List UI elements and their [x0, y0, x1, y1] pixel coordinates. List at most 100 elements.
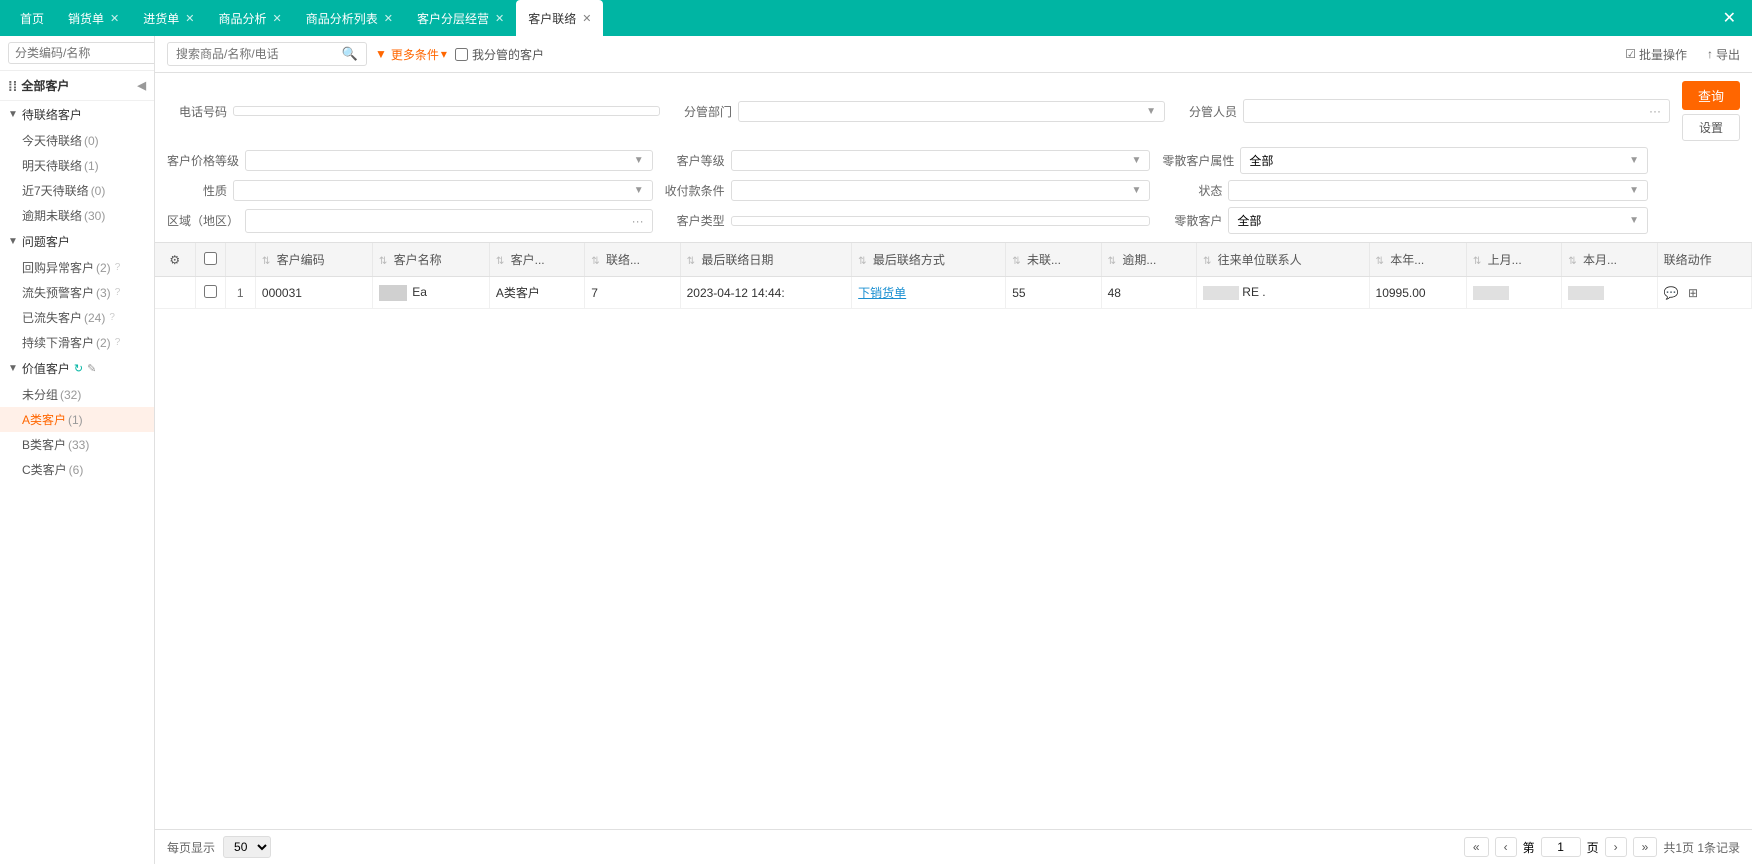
- nature-arrow: ▼: [634, 185, 644, 196]
- th-code[interactable]: ⇅ 客户编码: [255, 243, 372, 277]
- nav-tab-purchase[interactable]: 进货单 ✕: [131, 0, 206, 36]
- nav-tab-sales[interactable]: 销货单 ✕: [56, 0, 131, 36]
- th-overdue[interactable]: ⇅ 逾期...: [1101, 243, 1196, 277]
- sidebar-search-input[interactable]: [8, 42, 155, 64]
- th-last-contact-date[interactable]: ⇅ 最后联络日期: [680, 243, 852, 277]
- sidebar-item-repurchase-abnormal[interactable]: 回购异常客户 (2) ?: [0, 255, 154, 280]
- th-last-contact-method[interactable]: ⇅ 最后联络方式: [852, 243, 1006, 277]
- first-page-button[interactable]: «: [1464, 837, 1489, 857]
- nav-tab-goods-analysis[interactable]: 商品分析 ✕: [206, 0, 293, 36]
- th-code-label: 客户编码: [277, 253, 325, 267]
- sidebar-item-b-class[interactable]: B类客户 (33): [0, 432, 154, 457]
- more-filters-button[interactable]: ▼ 更多条件 ▾: [375, 46, 447, 63]
- th-last-month[interactable]: ⇅ 上月...: [1466, 243, 1561, 277]
- sidebar-item-7day-contact[interactable]: 近7天待联络 (0): [0, 178, 154, 203]
- sidebar-group-value-customers[interactable]: ▼ 价值客户 ↻ ✎: [0, 355, 154, 382]
- c-class-count: (6): [69, 463, 84, 477]
- nav-tab-goods-analysis-list-close[interactable]: ✕: [384, 12, 393, 25]
- row-checkbox-cell[interactable]: [195, 277, 225, 309]
- customer-grade-arrow: ▼: [1131, 155, 1141, 166]
- nav-tab-customer-segment-close[interactable]: ✕: [495, 12, 504, 25]
- sidebar-item-a-class[interactable]: A类客户 (1): [0, 407, 154, 432]
- overdue-contact-label: 逾期未联络: [22, 207, 82, 224]
- total-info: 共1页 1条记录: [1663, 839, 1740, 856]
- th-name[interactable]: ⇅ 客户名称: [372, 243, 489, 277]
- dept-input[interactable]: ▼: [738, 101, 1165, 122]
- my-customer-checkbox[interactable]: [455, 48, 468, 61]
- sidebar-group-problem-customers[interactable]: ▼ 问题客户: [0, 228, 154, 255]
- price-grade-input[interactable]: ▼: [245, 150, 653, 171]
- nav-tab-customer-contact-close[interactable]: ✕: [582, 12, 591, 25]
- nav-tab-customer-contact-label: 客户联络: [528, 10, 576, 27]
- nature-input[interactable]: ▼: [233, 180, 653, 201]
- th-last-contact-date-label: 最后联络日期: [701, 253, 773, 267]
- select-all-checkbox[interactable]: [204, 252, 217, 265]
- close-all-button[interactable]: ✕: [1715, 8, 1744, 28]
- row-method-value[interactable]: 下销货单: [858, 286, 906, 300]
- status-input[interactable]: ▼: [1228, 180, 1648, 201]
- row-name[interactable]: Ea: [372, 277, 489, 309]
- retail-customer-input[interactable]: 全部 ▼: [1228, 207, 1648, 234]
- query-button[interactable]: 查询: [1682, 81, 1740, 110]
- manager-input[interactable]: ···: [1243, 99, 1670, 123]
- sidebar-item-c-class[interactable]: C类客户 (6): [0, 457, 154, 482]
- nav-tab-goods-analysis-list[interactable]: 商品分析列表 ✕: [294, 0, 405, 36]
- top-navigation: 首页 销货单 ✕ 进货单 ✕ 商品分析 ✕ 商品分析列表 ✕ 客户分层经营 ✕ …: [0, 0, 1752, 36]
- customer-type-input[interactable]: [731, 216, 1151, 226]
- nav-tab-customer-segment[interactable]: 客户分层经营 ✕: [405, 0, 516, 36]
- nav-tab-sales-close[interactable]: ✕: [110, 12, 119, 25]
- nav-tab-goods-analysis-close[interactable]: ✕: [273, 12, 282, 25]
- row-unit-contact-value: RE .: [1242, 285, 1265, 299]
- edit-icon[interactable]: ✎: [87, 362, 96, 375]
- table-settings-icon[interactable]: ⚙: [169, 253, 180, 267]
- sidebar-item-overdue-contact[interactable]: 逾期未联络 (30): [0, 203, 154, 228]
- row-code[interactable]: 000031: [255, 277, 372, 309]
- nav-tab-customer-contact[interactable]: 客户联络 ✕: [516, 0, 603, 36]
- customer-grade-input[interactable]: ▼: [731, 150, 1151, 171]
- th-this-year[interactable]: ⇅ 本年...: [1369, 243, 1466, 277]
- last-page-button[interactable]: »: [1633, 837, 1658, 857]
- sidebar-item-declining[interactable]: 持续下滑客户 (2) ?: [0, 330, 154, 355]
- overdue-contact-count: (30): [84, 209, 105, 223]
- sidebar-item-unclassified[interactable]: 未分组 (32): [0, 382, 154, 407]
- region-input[interactable]: ···: [245, 209, 653, 233]
- batch-ops-button[interactable]: ☑ 批量操作: [1625, 46, 1687, 63]
- action-chat-icon[interactable]: 💬: [1664, 286, 1679, 300]
- main-search-input[interactable]: [176, 47, 342, 61]
- page-size-select[interactable]: 50: [223, 836, 271, 858]
- filter-row-1: 电话号码 分管部门 ▼ 分管人员 ··· 查询 设置: [167, 81, 1740, 141]
- sidebar-item-churn-warning[interactable]: 流失预警客户 (3) ?: [0, 280, 154, 305]
- sidebar-item-today-contact[interactable]: 今天待联络 (0): [0, 128, 154, 153]
- nav-tab-home[interactable]: 首页: [8, 0, 56, 36]
- th-unit-contact[interactable]: ⇅ 往来单位联系人: [1196, 243, 1369, 277]
- main-search-icon[interactable]: 🔍: [342, 46, 358, 62]
- th-checkbox[interactable]: [195, 243, 225, 277]
- export-button[interactable]: ↑ 导出: [1707, 46, 1740, 63]
- filter-field-customer-type: 客户类型: [665, 212, 1151, 229]
- filter-row-2: 客户价格等级 ▼ 客户等级 ▼ 零散客户属性 全部 ▼: [167, 147, 1740, 174]
- nav-tab-purchase-close[interactable]: ✕: [185, 12, 194, 25]
- retail-attr-input[interactable]: 全部 ▼: [1240, 147, 1648, 174]
- th-grade[interactable]: ⇅ 客户...: [489, 243, 584, 277]
- th-settings[interactable]: ⚙: [155, 243, 195, 277]
- payment-input[interactable]: ▼: [731, 180, 1151, 201]
- row-checkbox[interactable]: [204, 285, 217, 298]
- th-contact[interactable]: ⇅ 联络...: [585, 243, 680, 277]
- prev-page-button[interactable]: ‹: [1495, 837, 1517, 857]
- refresh-icon[interactable]: ↻: [74, 362, 83, 375]
- collapse-icon[interactable]: ◀: [138, 79, 146, 92]
- sidebar-group-pending-contact[interactable]: ▼ 待联络客户: [0, 101, 154, 128]
- sidebar-all-customers[interactable]: ⁞⁞ 全部客户 ◀: [0, 71, 154, 101]
- th-this-month[interactable]: ⇅ 本月...: [1562, 243, 1657, 277]
- action-grid-icon[interactable]: ⊞: [1688, 286, 1698, 300]
- next-page-button[interactable]: ›: [1605, 837, 1627, 857]
- sidebar-item-tomorrow-contact[interactable]: 明天待联络 (1): [0, 153, 154, 178]
- th-no-contact[interactable]: ⇅ 未联...: [1006, 243, 1101, 277]
- page-number-input[interactable]: [1541, 837, 1581, 857]
- 7day-contact-count: (0): [91, 184, 106, 198]
- row-last-contact-method[interactable]: 下销货单: [852, 277, 1006, 309]
- settings-button[interactable]: 设置: [1682, 114, 1740, 141]
- nav-tab-purchase-label: 进货单: [143, 10, 179, 27]
- phone-input[interactable]: [233, 106, 660, 116]
- sidebar-item-churned[interactable]: 已流失客户 (24) ?: [0, 305, 154, 330]
